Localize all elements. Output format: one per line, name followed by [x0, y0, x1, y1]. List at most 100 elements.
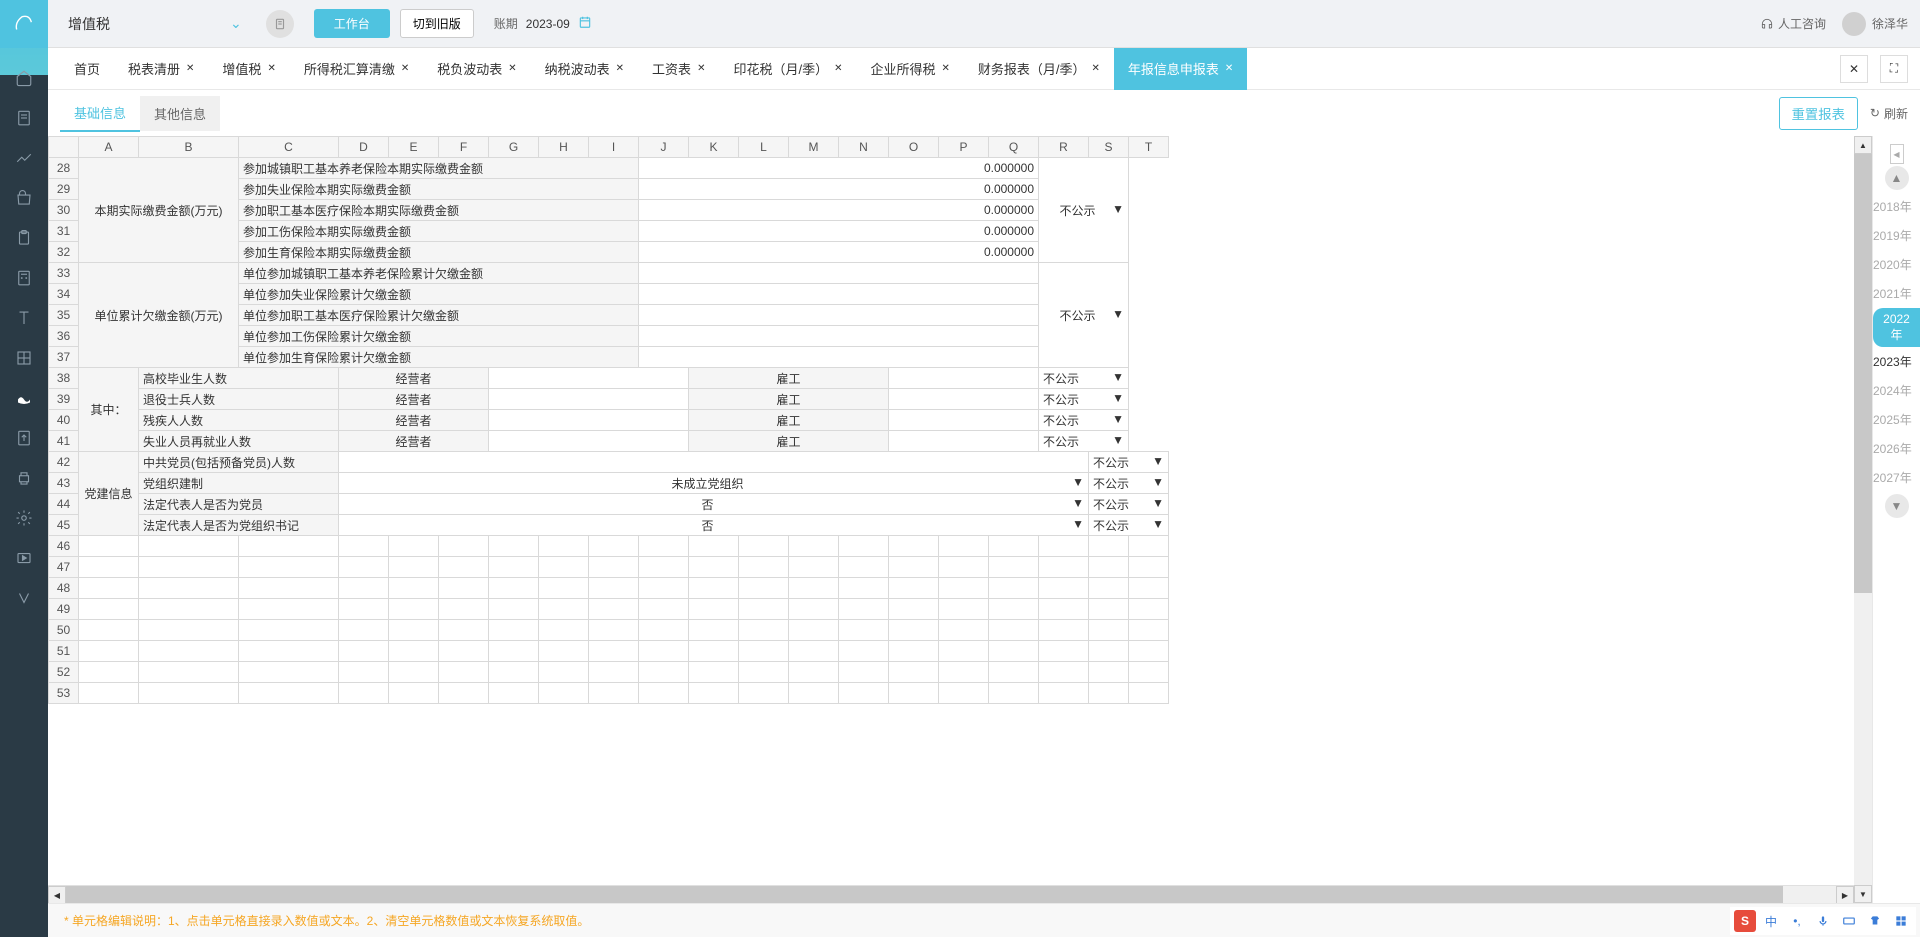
empty-cell[interactable] — [139, 557, 239, 578]
row-head[interactable]: 39 — [49, 389, 79, 410]
nav-grid-icon[interactable] — [14, 348, 34, 368]
nav-print-icon[interactable] — [14, 468, 34, 488]
empty-cell[interactable] — [789, 641, 839, 662]
scroll-thumb[interactable] — [1854, 154, 1872, 593]
year-2019年[interactable]: 2019年 — [1873, 221, 1920, 250]
col-head-L[interactable]: L — [739, 137, 789, 158]
empty-cell[interactable] — [689, 683, 739, 704]
empty-cell[interactable] — [79, 620, 139, 641]
value-cell[interactable] — [489, 431, 689, 452]
empty-cell[interactable] — [1039, 536, 1089, 557]
empty-cell[interactable] — [79, 578, 139, 599]
row-label[interactable]: 高校毕业生人数 — [139, 368, 339, 389]
empty-cell[interactable] — [439, 683, 489, 704]
empty-cell[interactable] — [589, 620, 639, 641]
row-head[interactable]: 44 — [49, 494, 79, 515]
col-head-A[interactable]: A — [79, 137, 139, 158]
value-cell[interactable] — [339, 452, 1089, 473]
empty-cell[interactable] — [889, 578, 939, 599]
empty-cell[interactable] — [789, 536, 839, 557]
nav-chart-icon[interactable] — [14, 148, 34, 168]
empty-cell[interactable] — [889, 641, 939, 662]
employee-cell[interactable]: 雇工 — [689, 410, 889, 431]
refresh-button[interactable]: ↻ 刷新 — [1870, 105, 1908, 122]
ime-logo-icon[interactable]: S — [1734, 910, 1756, 932]
empty-cell[interactable] — [839, 557, 889, 578]
empty-cell[interactable] — [139, 641, 239, 662]
empty-cell[interactable] — [789, 620, 839, 641]
empty-cell[interactable] — [79, 599, 139, 620]
empty-cell[interactable] — [1129, 620, 1169, 641]
employee-cell[interactable]: 雇工 — [689, 431, 889, 452]
ime-skin-icon[interactable] — [1864, 910, 1886, 932]
empty-cell[interactable] — [639, 620, 689, 641]
empty-cell[interactable] — [439, 557, 489, 578]
nav-active-icon[interactable] — [14, 388, 34, 408]
empty-cell[interactable] — [1039, 662, 1089, 683]
year-2020年[interactable]: 2020年 — [1873, 250, 1920, 279]
row-label[interactable]: 失业人员再就业人数 — [139, 431, 339, 452]
subtab-basic[interactable]: 基础信息 — [60, 95, 140, 132]
empty-cell[interactable] — [439, 620, 489, 641]
ime-tool-icon[interactable] — [1890, 910, 1912, 932]
empty-cell[interactable] — [1129, 599, 1169, 620]
col-head-S[interactable]: S — [1089, 137, 1129, 158]
consult-button[interactable]: 人工咨询 — [1760, 15, 1826, 32]
value-cell[interactable]: 0.000000 — [639, 242, 1039, 263]
empty-cell[interactable] — [539, 620, 589, 641]
value-cell[interactable]: 0.000000 — [639, 158, 1039, 179]
row-head[interactable]: 48 — [49, 578, 79, 599]
col-head-M[interactable]: M — [789, 137, 839, 158]
empty-cell[interactable] — [239, 536, 339, 557]
empty-cell[interactable] — [689, 536, 739, 557]
group-label[interactable]: 党建信息 — [79, 452, 139, 536]
col-head-G[interactable]: G — [489, 137, 539, 158]
row-head[interactable]: 30 — [49, 200, 79, 221]
operator-cell[interactable]: 经营者 — [339, 389, 489, 410]
empty-cell[interactable] — [739, 641, 789, 662]
empty-cell[interactable] — [589, 641, 639, 662]
nav-clipboard-icon[interactable] — [14, 228, 34, 248]
empty-cell[interactable] — [739, 536, 789, 557]
empty-cell[interactable] — [639, 599, 689, 620]
user-menu[interactable]: 徐泽华 — [1842, 12, 1908, 36]
empty-cell[interactable] — [1129, 557, 1169, 578]
row-label[interactable]: 参加生育保险本期实际缴费金额 — [239, 242, 639, 263]
empty-cell[interactable] — [539, 599, 589, 620]
tab-3[interactable]: 所得税汇算清缴✕ — [290, 48, 423, 90]
nav-v-icon[interactable] — [14, 588, 34, 608]
empty-cell[interactable] — [389, 683, 439, 704]
year-next-button[interactable]: ▼ — [1885, 494, 1909, 518]
empty-cell[interactable] — [889, 536, 939, 557]
empty-cell[interactable] — [239, 683, 339, 704]
empty-cell[interactable] — [889, 599, 939, 620]
empty-cell[interactable] — [589, 662, 639, 683]
empty-cell[interactable] — [739, 620, 789, 641]
nav-doc-icon[interactable] — [14, 108, 34, 128]
tab-5[interactable]: 纳税波动表✕ — [531, 48, 638, 90]
empty-cell[interactable] — [939, 662, 989, 683]
value-cell[interactable] — [639, 347, 1039, 368]
empty-cell[interactable] — [989, 683, 1039, 704]
empty-cell[interactable] — [989, 620, 1039, 641]
publish-cell[interactable]: 不公示▼ — [1039, 410, 1129, 431]
empty-cell[interactable] — [339, 662, 389, 683]
value-cell[interactable] — [489, 389, 689, 410]
empty-cell[interactable] — [789, 683, 839, 704]
subtab-other[interactable]: 其他信息 — [140, 96, 220, 131]
vertical-scrollbar[interactable]: ▲ ▼ — [1854, 136, 1872, 903]
empty-cell[interactable] — [639, 536, 689, 557]
value-cell[interactable]: 0.000000 — [639, 179, 1039, 200]
horizontal-scrollbar[interactable]: ◀ ▶ — [48, 885, 1854, 903]
empty-cell[interactable] — [889, 683, 939, 704]
col-head-N[interactable]: N — [839, 137, 889, 158]
tab-close-icon[interactable]: ✕ — [697, 63, 705, 74]
empty-cell[interactable] — [589, 536, 639, 557]
row-head[interactable]: 28 — [49, 158, 79, 179]
empty-cell[interactable] — [789, 662, 839, 683]
row-head[interactable]: 31 — [49, 221, 79, 242]
operator-cell[interactable]: 经营者 — [339, 410, 489, 431]
empty-cell[interactable] — [589, 599, 639, 620]
empty-cell[interactable] — [839, 641, 889, 662]
empty-cell[interactable] — [79, 557, 139, 578]
